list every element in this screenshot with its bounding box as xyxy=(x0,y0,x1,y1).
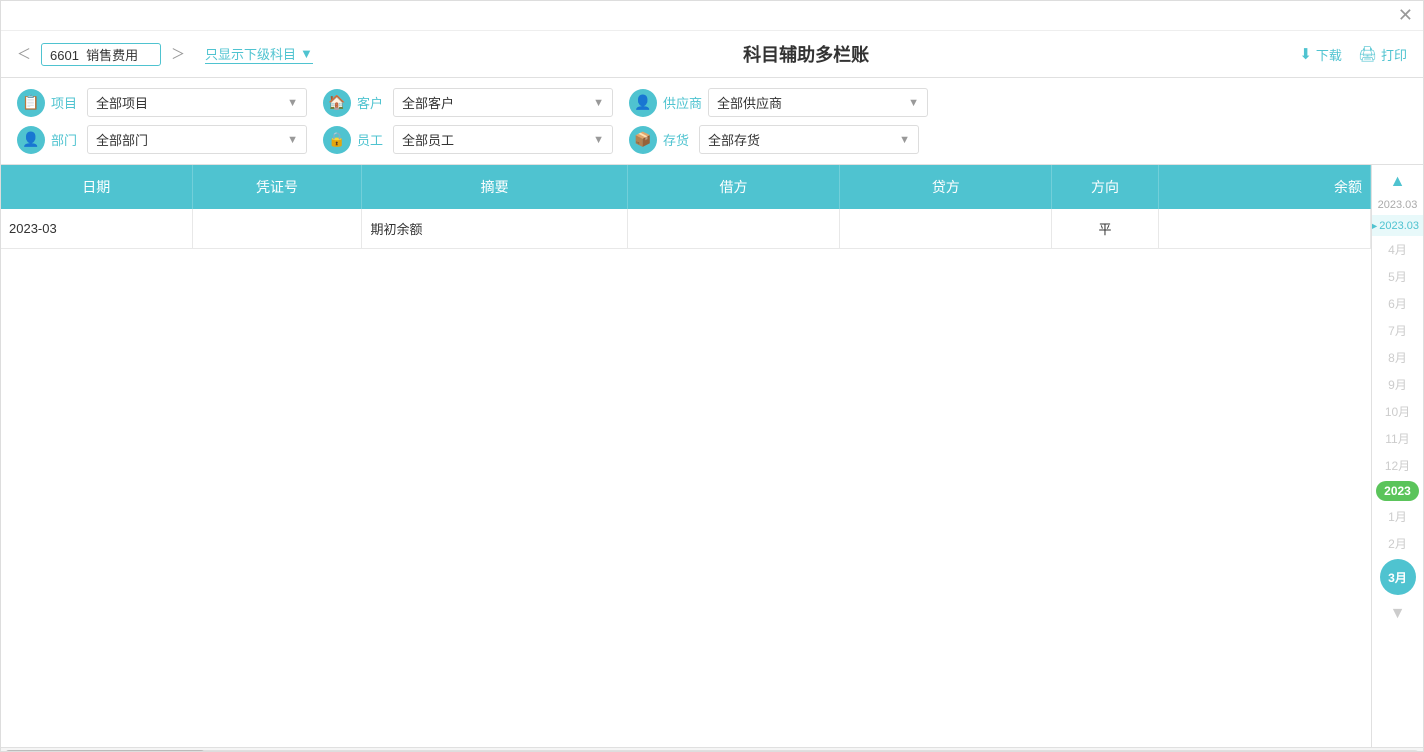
account-code xyxy=(41,43,161,66)
sidebar-item-6[interactable]: 6月 xyxy=(1372,290,1423,317)
sidebar-item-12[interactable]: 12月 xyxy=(1372,452,1423,479)
employee-select[interactable]: 全部员工 ▼ xyxy=(393,125,613,154)
sidebar-item-2023-03-first[interactable]: 2023.03 xyxy=(1372,195,1423,215)
col-header-date: 日期 xyxy=(1,165,192,209)
print-button[interactable]: 🖨 打印 xyxy=(1358,45,1407,64)
customer-select[interactable]: 全部客户 ▼ xyxy=(393,88,613,117)
department-select[interactable]: 全部部门 ▼ xyxy=(87,125,307,154)
table-row: 2023-03 期初余额 平 xyxy=(1,209,1371,249)
sidebar-item-5[interactable]: 5月 xyxy=(1372,263,1423,290)
inventory-icon: 📦 xyxy=(629,126,657,154)
cell-credit xyxy=(840,209,1052,249)
project-icon: 📋 xyxy=(17,89,45,117)
filter-row-2: 👤 部门 全部部门 ▼ 🔒 员工 全部员工 ▼ 📦 存货 全部存货 xyxy=(17,125,1407,154)
employee-dropdown-arrow: ▼ xyxy=(593,134,604,146)
sidebar-item-3-active[interactable]: 3月 xyxy=(1380,559,1416,595)
sidebar-item-4[interactable]: 4月 xyxy=(1372,236,1423,263)
employee-label: 员工 xyxy=(357,130,387,149)
download-icon: ⬇ xyxy=(1299,45,1312,63)
supplier-value: 全部供应商 xyxy=(717,93,782,112)
cell-voucher xyxy=(192,209,362,249)
sidebar-down-arrow[interactable]: ▼ xyxy=(1386,601,1410,627)
supplier-dropdown-arrow: ▼ xyxy=(908,97,919,109)
sidebar-item-9[interactable]: 9月 xyxy=(1372,371,1423,398)
col-header-balance: 余额 xyxy=(1158,165,1370,209)
filter-employee: 🔒 员工 全部员工 ▼ xyxy=(323,125,613,154)
sidebar-item-10[interactable]: 10月 xyxy=(1372,398,1423,425)
department-icon: 👤 xyxy=(17,126,45,154)
table-container: 日期 凭证号 摘要 借方 贷方 方向 余额 2023-03 期初余额 xyxy=(1,165,1371,747)
sidebar-item-11[interactable]: 11月 xyxy=(1372,425,1423,452)
show-sub-label: 只显示下级科目 xyxy=(205,44,296,63)
filter-customer: 🏠 客户 全部客户 ▼ xyxy=(323,88,613,117)
download-button[interactable]: ⬇ 下载 xyxy=(1299,45,1342,64)
filter-department: 👤 部门 全部部门 ▼ xyxy=(17,125,307,154)
col-header-credit: 贷方 xyxy=(840,165,1052,209)
next-arrow[interactable]: ＞ xyxy=(171,44,185,64)
horizontal-scrollbar[interactable] xyxy=(1,747,1423,752)
customer-dropdown-arrow: ▼ xyxy=(593,97,604,109)
customer-icon: 🏠 xyxy=(323,89,351,117)
project-dropdown-arrow: ▼ xyxy=(287,97,298,109)
print-label: 打印 xyxy=(1381,45,1407,64)
account-code-input[interactable] xyxy=(41,43,161,66)
toolbar: ⬇ 下载 🖨 打印 xyxy=(1299,45,1407,64)
cell-direction: 平 xyxy=(1052,209,1158,249)
sidebar-up-arrow[interactable]: ▲ xyxy=(1386,169,1410,195)
col-header-summary: 摘要 xyxy=(362,165,627,209)
cell-date: 2023-03 xyxy=(1,209,192,249)
department-label: 部门 xyxy=(51,130,81,149)
cell-debit xyxy=(627,209,839,249)
header: ＜ ＞ 只显示下级科目 ▼ 科目辅助多栏账 ⬇ 下载 🖨 打印 xyxy=(1,31,1423,78)
customer-value: 全部客户 xyxy=(402,93,454,112)
col-header-direction: 方向 xyxy=(1052,165,1158,209)
cell-balance xyxy=(1158,209,1370,249)
sidebar-item-2[interactable]: 2月 xyxy=(1372,530,1423,557)
col-header-debit: 借方 xyxy=(627,165,839,209)
customer-label: 客户 xyxy=(357,93,387,112)
employee-icon: 🔒 xyxy=(323,126,351,154)
supplier-select[interactable]: 全部供应商 ▼ xyxy=(708,88,928,117)
print-icon: 🖨 xyxy=(1358,45,1377,63)
close-icon[interactable]: ✕ xyxy=(1398,5,1413,26)
inventory-select[interactable]: 全部存货 ▼ xyxy=(699,125,919,154)
inventory-dropdown-arrow: ▼ xyxy=(899,134,910,146)
filter-inventory: 📦 存货 全部存货 ▼ xyxy=(629,125,919,154)
supplier-label: 供应商 xyxy=(663,93,702,112)
sidebar-item-7[interactable]: 7月 xyxy=(1372,317,1423,344)
download-label: 下载 xyxy=(1316,45,1342,64)
project-label: 项目 xyxy=(51,93,81,112)
sidebar-item-1[interactable]: 1月 xyxy=(1372,503,1423,530)
show-sub-arrow: ▼ xyxy=(300,46,313,61)
inventory-value: 全部存货 xyxy=(708,130,760,149)
supplier-icon: 👤 xyxy=(629,89,657,117)
ledger-table: 日期 凭证号 摘要 借方 贷方 方向 余额 2023-03 期初余额 xyxy=(1,165,1371,249)
filter-supplier: 👤 供应商 全部供应商 ▼ xyxy=(629,88,928,117)
filter-row-1: 📋 项目 全部项目 ▼ 🏠 客户 全部客户 ▼ 👤 供应商 全部供应 xyxy=(17,88,1407,117)
cell-summary: 期初余额 xyxy=(362,209,627,249)
employee-value: 全部员工 xyxy=(402,130,454,149)
page-title: 科目辅助多栏账 xyxy=(323,41,1289,67)
project-value: 全部项目 xyxy=(96,93,148,112)
department-dropdown-arrow: ▼ xyxy=(287,134,298,146)
sidebar-item-2023-03-active[interactable]: ▶ 2023.03 xyxy=(1372,215,1423,236)
department-value: 全部部门 xyxy=(96,130,148,149)
filter-project: 📋 项目 全部项目 ▼ xyxy=(17,88,307,117)
right-sidebar: ▲ 2023.03 ▶ 2023.03 4月 5月 6月 7月 8月 9月 10… xyxy=(1371,165,1423,747)
show-sub-filter[interactable]: 只显示下级科目 ▼ xyxy=(205,44,313,64)
filter-area: 📋 项目 全部项目 ▼ 🏠 客户 全部客户 ▼ 👤 供应商 全部供应 xyxy=(1,78,1423,165)
col-header-voucher: 凭证号 xyxy=(192,165,362,209)
project-select[interactable]: 全部项目 ▼ xyxy=(87,88,307,117)
inventory-label: 存货 xyxy=(663,130,693,149)
main-window: ✕ ＜ ＞ 只显示下级科目 ▼ 科目辅助多栏账 ⬇ 下载 🖨 打印 xyxy=(0,0,1424,752)
sidebar-year-2023[interactable]: 2023 xyxy=(1376,481,1419,501)
prev-arrow[interactable]: ＜ xyxy=(17,44,31,64)
sidebar-item-8[interactable]: 8月 xyxy=(1372,344,1423,371)
